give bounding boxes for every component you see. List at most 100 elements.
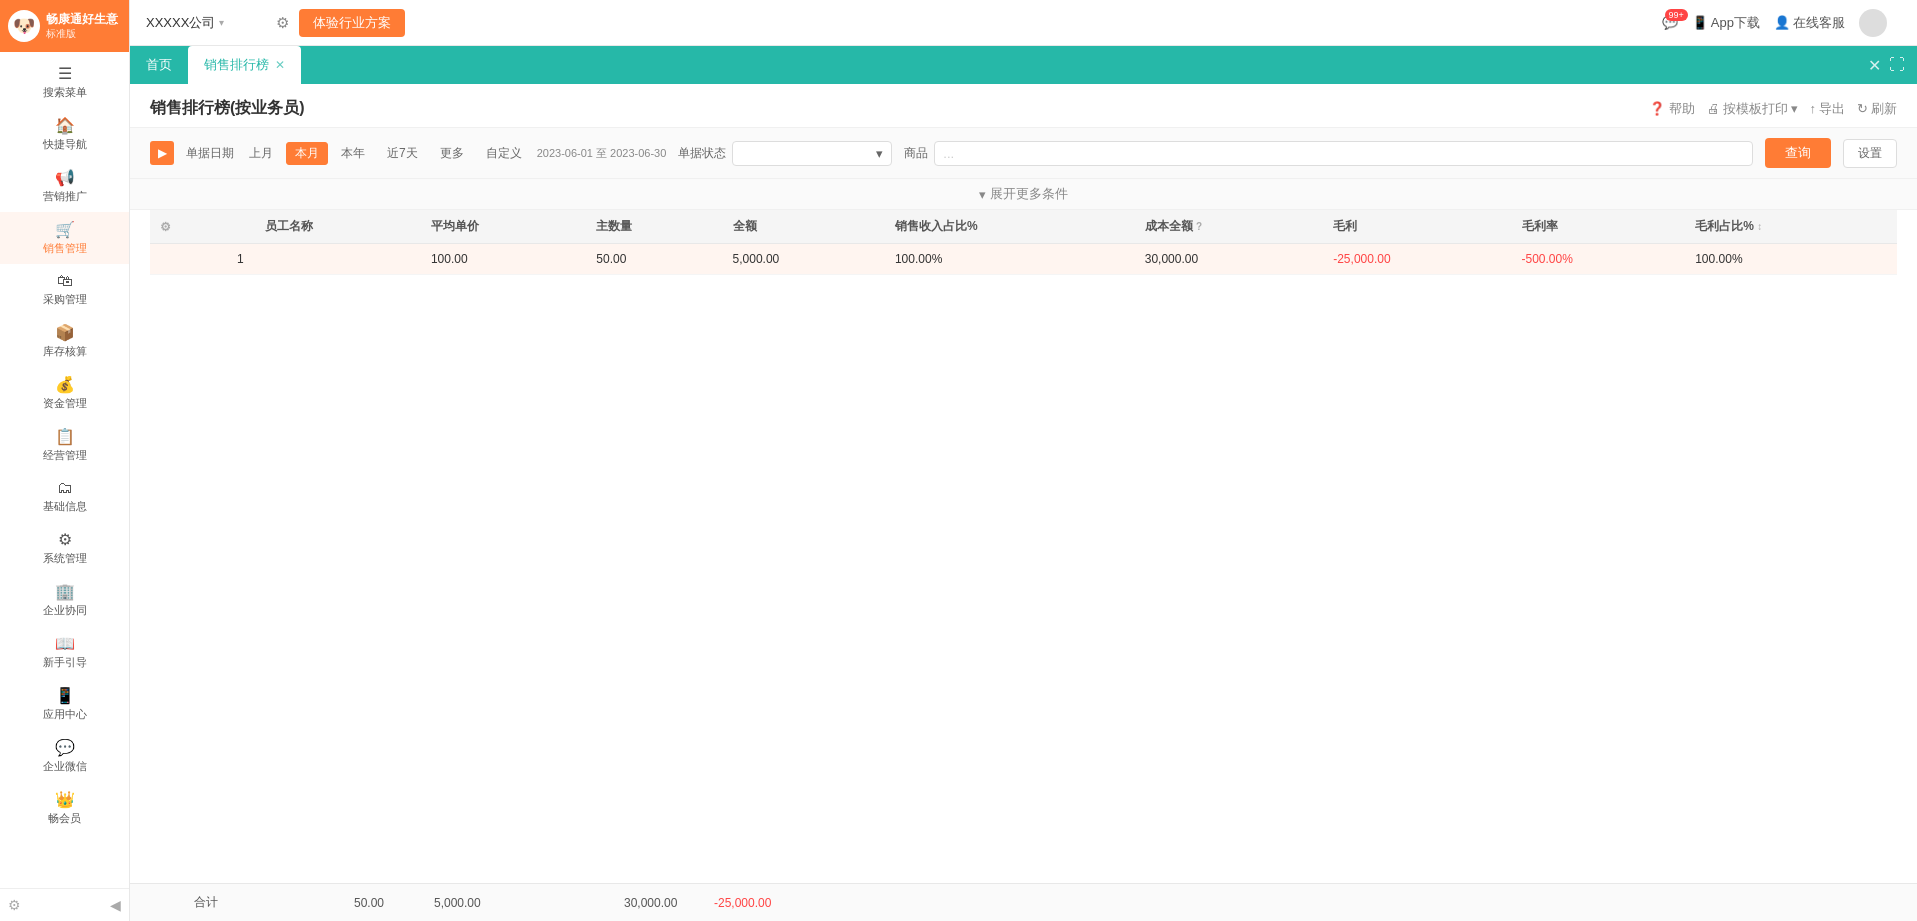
sort-icon[interactable]: ↕ [1757,221,1762,232]
app-center-icon: 📱 [55,686,75,705]
goods-input[interactable]: ... [934,141,1753,166]
setting-button[interactable]: 设置 [1843,139,1897,168]
topbar: XXXXX公司 ▾ ⚙ 体验行业方案 💬 99+ 📱 App下载 👤 在线客服 [130,0,1917,46]
help-icon: ❓ [1649,101,1665,116]
status-filter-label: 单据状态 [678,145,726,162]
date-btn-custom[interactable]: 自定义 [477,142,531,165]
status-select[interactable]: ▾ [732,141,892,166]
tab-sales-ranking-label: 销售排行榜 [204,56,269,74]
sidebar-item-operations[interactable]: 📋 经营管理 [0,419,129,471]
cell-sales-pct: 100.00% [885,244,1135,275]
sidebar-item-inventory[interactable]: 📦 库存核算 [0,315,129,367]
date-btn-this-year[interactable]: 本年 [332,142,374,165]
sidebar-item-marketing[interactable]: 📢 营销推广 [0,160,129,212]
company-selector[interactable]: XXXXX公司 ▾ [146,14,266,32]
sidebar-item-quick-nav[interactable]: 🏠 快捷导航 [0,108,129,160]
sidebar-item-sales[interactable]: 🛒 销售管理 [0,212,129,264]
basic-info-icon: 🗂 [57,479,73,497]
tab-close-all-icon[interactable]: ✕ [1868,56,1881,75]
expand-row: ▾ 展开更多条件 [130,179,1917,210]
system-icon: ⚙ [58,530,72,549]
sidebar-bottom: ⚙ ◀ [0,888,129,921]
footer-amount: 5,000.00 [434,896,524,910]
date-filter-label: 单据日期 [186,145,234,162]
expand-arrow-icon: ▾ [979,187,986,202]
message-btn[interactable]: 💬 99+ [1662,15,1678,30]
filter-toggle-btn[interactable]: ▶ [150,141,174,165]
col-gross-pct: 毛利占比% ↕ [1685,210,1897,244]
sidebar-item-basic-info[interactable]: 🗂 基础信息 [0,471,129,522]
online-service-btn[interactable]: 👤 在线客服 [1774,14,1845,32]
status-filter: 单据状态 ▾ [678,141,892,166]
cell-cost: 30,000.00 [1135,244,1323,275]
date-btn-this-month[interactable]: 本月 [286,142,328,165]
template-print-btn[interactable]: 🖨 按模板打印 ▾ [1707,100,1798,118]
company-name: XXXXX公司 [146,14,215,32]
sidebar-item-member[interactable]: 👑 畅会员 [0,782,129,834]
col-sales-pct: 销售收入占比% [885,210,1135,244]
sidebar-item-enterprise[interactable]: 🏢 企业协同 [0,574,129,626]
page-title: 销售排行榜(按业务员) [150,98,305,119]
col-gear[interactable]: ⚙ [150,210,225,244]
sidebar-item-guide[interactable]: 📖 新手引导 [0,626,129,678]
app-download-btn[interactable]: 📱 App下载 [1692,14,1760,32]
tab-home[interactable]: 首页 [130,46,188,84]
trial-button[interactable]: 体验行业方案 [299,9,405,37]
member-icon: 👑 [55,790,75,809]
refresh-icon: ↻ [1857,101,1868,116]
cell-amount: 5,000.00 [723,244,885,275]
expand-conditions-btn[interactable]: ▾ 展开更多条件 [979,185,1068,203]
help-btn[interactable]: ❓ 帮助 [1649,100,1694,118]
content-area: 销售排行榜(按业务员) ❓ 帮助 🖨 按模板打印 ▾ ↑ 导出 [130,84,1917,921]
cell-gear [150,244,225,275]
date-btn-more[interactable]: 更多 [431,142,473,165]
page-container: 销售排行榜(按业务员) ❓ 帮助 🖨 按模板打印 ▾ ↑ 导出 [130,84,1917,921]
refresh-btn[interactable]: ↻ 刷新 [1857,100,1897,118]
date-btn-7days[interactable]: 近7天 [378,142,427,165]
date-btn-last-month[interactable]: 上月 [240,142,282,165]
sidebar-collapse-icon[interactable]: ◀ [110,897,121,913]
service-icon: 👤 [1774,15,1790,30]
goods-placeholder: ... [943,146,954,161]
search-order-icon: ☰ [58,64,72,83]
tab-expand-icon[interactable]: ⛶ [1889,56,1905,74]
export-icon: ↑ [1810,101,1817,116]
cost-help-icon[interactable]: ? [1196,221,1202,232]
sidebar-item-search-order[interactable]: ☰ 搜索菜单 [0,56,129,108]
wechat-icon: 💬 [55,738,75,757]
cell-avg-price: 100.00 [421,244,586,275]
topbar-gear-icon[interactable]: ⚙ [276,14,289,32]
col-name: 员工名称 [255,210,420,244]
main-area: XXXXX公司 ▾ ⚙ 体验行业方案 💬 99+ 📱 App下载 👤 在线客服 [130,0,1917,921]
col-amount: 全额 [723,210,885,244]
page-header: 销售排行榜(按业务员) ❓ 帮助 🖨 按模板打印 ▾ ↑ 导出 [130,84,1917,128]
sidebar-item-wechat[interactable]: 💬 企业微信 [0,730,129,782]
cell-main-qty: 50.00 [586,244,722,275]
sidebar-settings-icon[interactable]: ⚙ [8,897,21,913]
avatar[interactable] [1859,9,1887,37]
finance-icon: 💰 [55,375,75,394]
goods-filter-label: 商品 [904,145,928,162]
data-table: ⚙ 员工名称 平均单价 主数量 全额 销售收入占比% 成本全额 ? 毛利 毛利率… [150,210,1897,275]
date-filter: 单据日期 上月 本月 本年 近7天 更多 自定义 2023-06-01 至 20… [186,142,666,165]
status-select-value [741,146,849,161]
sidebar-item-finance[interactable]: 💰 资金管理 [0,367,129,419]
tab-sales-ranking[interactable]: 销售排行榜 ✕ [188,46,301,84]
company-dropdown-arrow: ▾ [219,17,224,28]
cell-gross-pct: 100.00% [1685,244,1897,275]
tab-close-icon[interactable]: ✕ [275,58,285,72]
export-btn[interactable]: ↑ 导出 [1810,100,1846,118]
online-service-label: 在线客服 [1793,14,1845,32]
sidebar-item-purchase[interactable]: 🛍 采购管理 [0,264,129,315]
tab-home-label: 首页 [146,56,172,74]
operations-icon: 📋 [55,427,75,446]
expand-label: 展开更多条件 [990,185,1068,203]
date-buttons: 上月 本月 本年 近7天 更多 自定义 [240,142,531,165]
query-button[interactable]: 查询 [1765,138,1831,168]
date-range-display: 2023-06-01 至 2023-06-30 [537,146,667,161]
app-download-label: App下载 [1711,14,1760,32]
sidebar-item-system[interactable]: ⚙ 系统管理 [0,522,129,574]
table-row: 1 100.00 50.00 5,000.00 100.00% 30,000.0… [150,244,1897,275]
footer-cost: 30,000.00 [624,896,714,910]
sidebar-item-app-center[interactable]: 📱 应用中心 [0,678,129,730]
